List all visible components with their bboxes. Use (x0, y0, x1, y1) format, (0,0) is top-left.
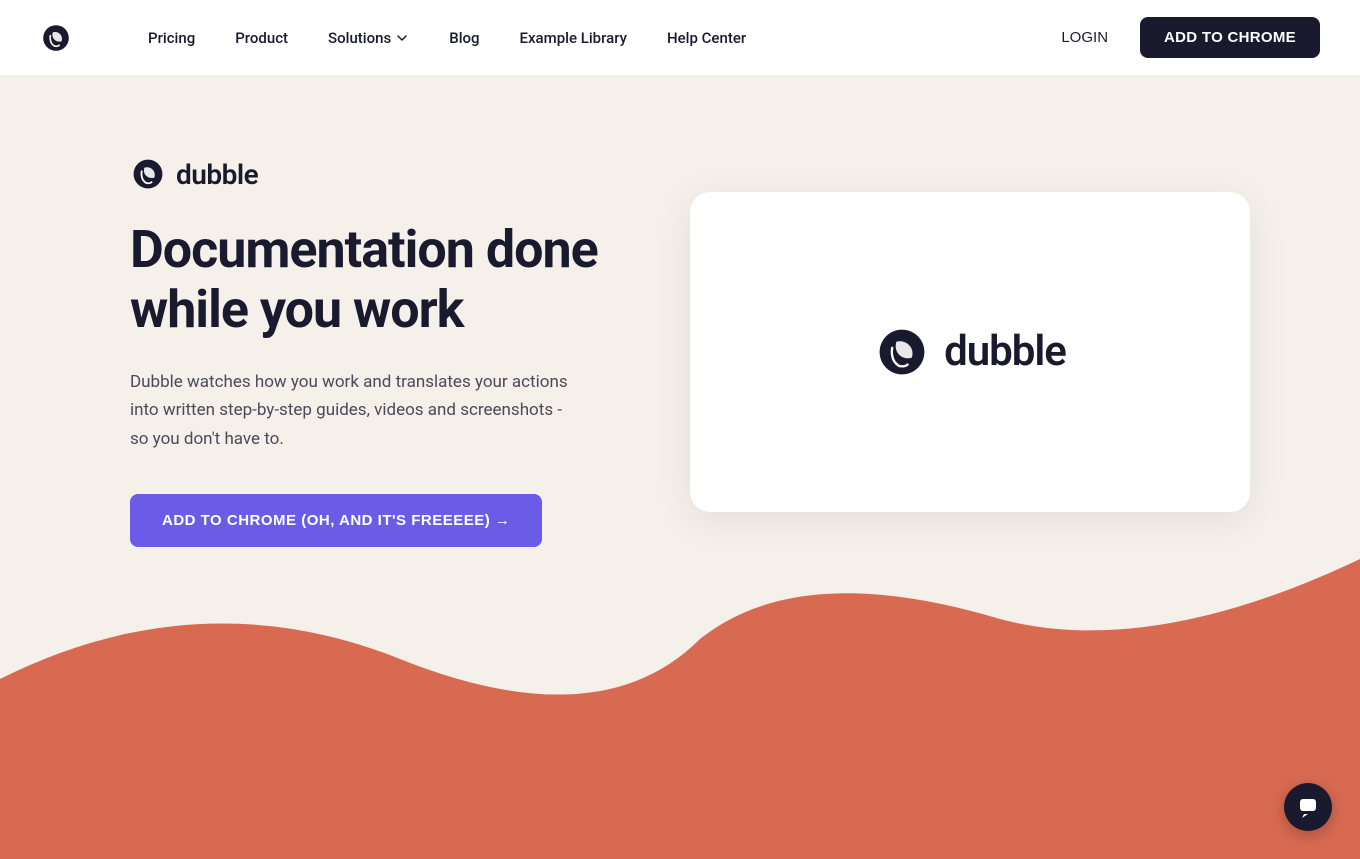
hero-card-logo-text: dubble (944, 327, 1066, 376)
nav-link-blog[interactable]: Blog (433, 21, 495, 55)
chat-button[interactable] (1284, 783, 1332, 831)
hero-card-logo: dubble (874, 324, 1066, 380)
hero-section: dubble Documentation done while you work… (0, 76, 1360, 607)
add-to-chrome-button[interactable]: ADD TO CHROME (1140, 17, 1320, 58)
hero-card: dubble (690, 192, 1250, 512)
hero-card-logo-icon (874, 324, 930, 380)
hero-right: dubble (690, 192, 1250, 512)
nav-link-example-library[interactable]: Example Library (504, 21, 643, 55)
hero-brand: dubble (130, 156, 610, 192)
hero-title: Documentation done while you work (130, 220, 610, 340)
nav-links: Pricing Product Solutions Blog Example L… (132, 21, 1041, 55)
nav-link-solutions[interactable]: Solutions (312, 21, 425, 55)
nav-logo-icon (40, 22, 72, 54)
nav-link-product[interactable]: Product (219, 21, 304, 55)
hero-brand-text: dubble (176, 158, 258, 191)
navbar: Pricing Product Solutions Blog Example L… (0, 0, 1360, 76)
chat-icon (1297, 796, 1319, 818)
hero-brand-icon (130, 156, 166, 192)
hero-cta-button[interactable]: ADD TO CHROME (OH, AND IT'S FREEEEE) → (130, 494, 542, 547)
nav-link-help-center[interactable]: Help Center (651, 21, 762, 55)
main-content: dubble Documentation done while you work… (0, 0, 1360, 859)
hero-description: Dubble watches how you work and translat… (130, 368, 570, 455)
chevron-down-icon (395, 31, 409, 45)
nav-actions: LOGIN ADD TO CHROME (1041, 17, 1320, 58)
nav-link-pricing[interactable]: Pricing (132, 21, 211, 55)
hero-left: dubble Documentation done while you work… (130, 156, 610, 547)
nav-logo[interactable] (40, 22, 72, 54)
login-button[interactable]: LOGIN (1041, 19, 1128, 56)
